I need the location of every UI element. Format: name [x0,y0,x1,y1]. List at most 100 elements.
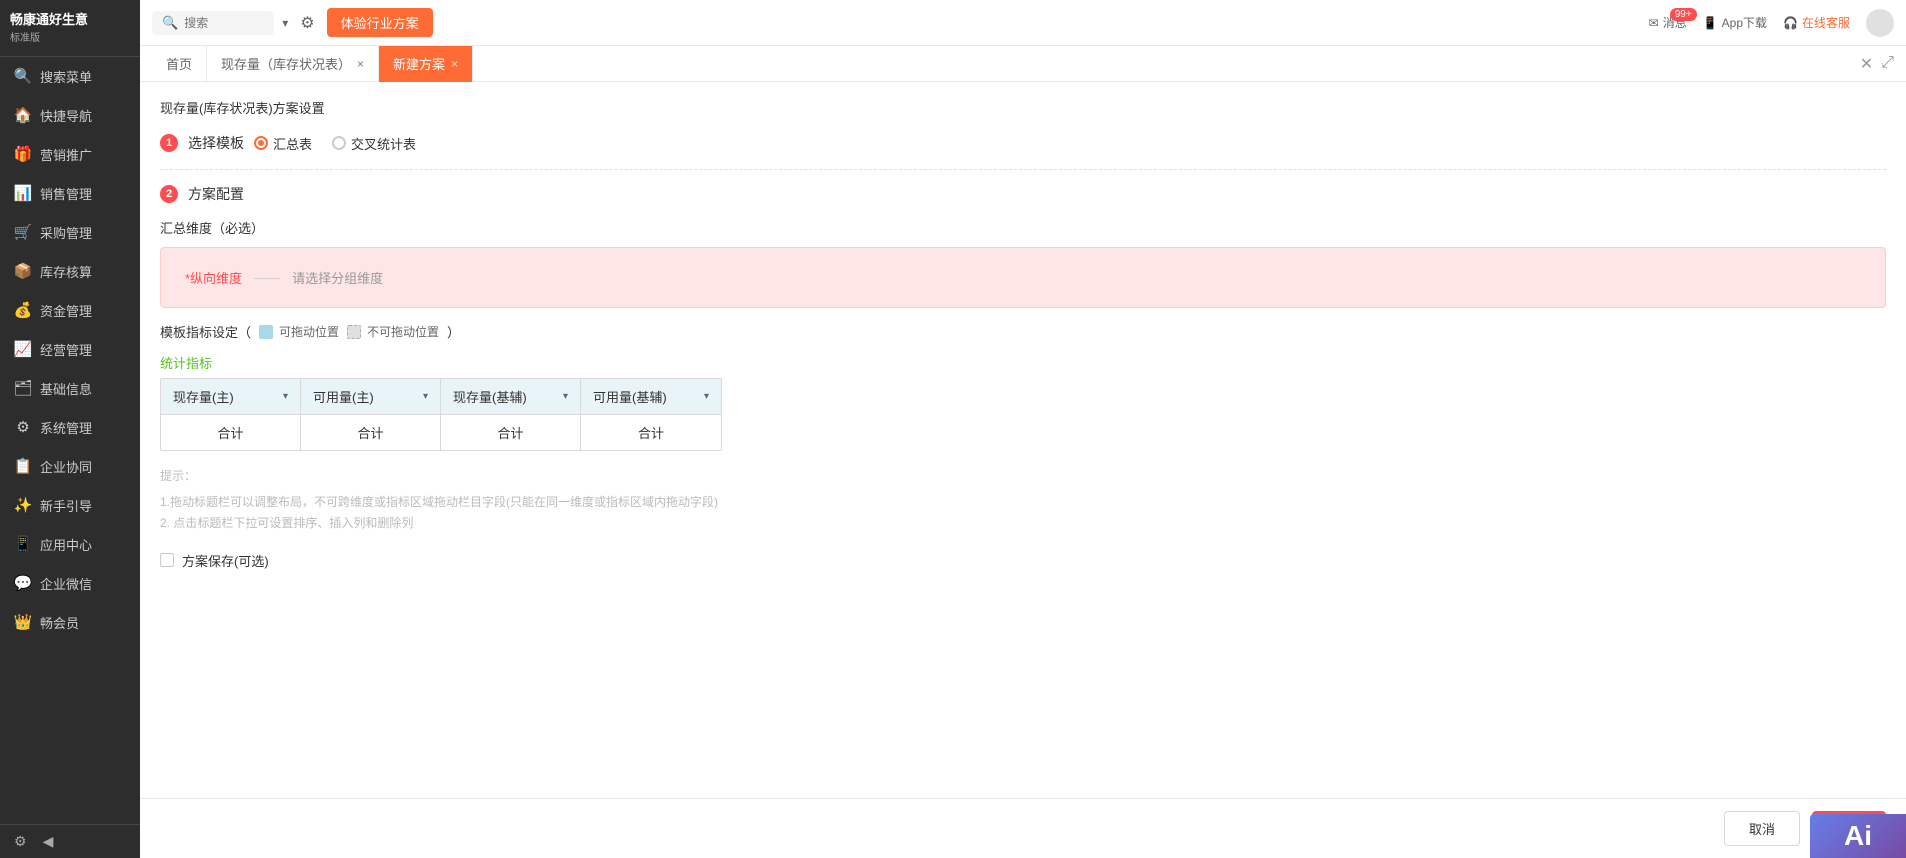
dimension-content: *纵向维度 —— 请选择分组维度 [185,268,1861,287]
sidebar-label-appstore: 应用中心 [40,535,92,554]
template-radio-group: 汇总表 交叉统计表 [254,134,416,153]
sidebar-nav: 🔍搜索菜单🏠快捷导航🎁营销推广📊销售管理 🛒 采购管理 📦库存核算💰资金管理📈经营管理… [0,57,140,824]
avatar[interactable] [1866,9,1894,37]
search-icon: 🔍 [162,15,178,31]
dimension-box: *纵向维度 —— 请选择分组维度 [160,247,1886,308]
online-service-button[interactable]: 🎧 在线客服 [1783,14,1850,31]
save-checkbox[interactable] [160,553,174,567]
stats-col-header[interactable]: 可用量(主)▾ [301,379,440,415]
sidebar-item-newbie[interactable]: ✨ 新手引导 [0,486,140,525]
gear-icon[interactable]: ⚙ [296,13,318,33]
stats-column: 可用量(主)▾合计 [301,379,441,450]
stats-col-cell: 合计 [581,415,721,450]
window-controls: ✕ ⤢ [1860,54,1894,74]
dimension-label: 汇总维度（必选） [160,218,1886,237]
main-area: 🔍 ▾ ⚙ 体验行业方案 ✉ 消息 99+ 📱 App下载 🎧 在线客服 [140,0,1906,858]
sidebar-item-search[interactable]: 🔍搜索菜单 [0,57,140,96]
sidebar-label-member: 畅会员 [40,613,79,632]
sidebar-bottom: ⚙ ◀ [0,824,140,858]
ai-badge[interactable]: Ai [1810,814,1906,858]
message-button[interactable]: ✉ 消息 99+ [1649,14,1687,31]
newbie-icon: ✨ [14,496,32,514]
section-template: 1 选择模板 汇总表 交叉统计表 [160,133,1886,153]
dimension-required-star: *纵向维度 [185,268,242,287]
step1-title: 选择模板 [188,133,244,153]
stats-column: 现存量(主)▾合计 [161,379,301,450]
radio-summary-table[interactable]: 汇总表 [254,134,312,153]
tab-inventory-status[interactable]: 现存量（库存状况表） × [207,46,379,82]
col-chevron-icon[interactable]: ▾ [423,391,428,402]
collapse-icon[interactable]: ◀ [43,833,54,850]
contract-icon: 📋 [14,457,32,475]
footer: 取消 查询 [140,798,1906,858]
stats-label: 统计指标 [160,353,1886,372]
purchase-icon: 🛒 [14,223,32,241]
topbar: 🔍 ▾ ⚙ 体验行业方案 ✉ 消息 99+ 📱 App下载 🎧 在线客服 [140,0,1906,46]
sidebar-item-member[interactable]: 👑 畅会员 [0,603,140,642]
step2-title: 方案配置 [188,184,244,204]
tab-home[interactable]: 首页 [152,46,207,82]
search-box[interactable]: 🔍 [152,11,274,35]
main-panel: 现存量(库存状况表)方案设置 1 选择模板 汇总表 交叉统计表 [140,82,1906,798]
wechat-icon: 💬 [14,574,32,592]
sidebar-item-operations[interactable]: 📈经营管理 [0,330,140,369]
tips-title: 提示： [160,466,1886,488]
message-badge: 99+ [1670,8,1697,21]
sidebar-item-purchase[interactable]: 🛒 采购管理 [0,213,140,252]
sidebar-item-wechat[interactable]: 💬企业微信 [0,564,140,603]
stats-col-cell: 合计 [441,415,580,450]
sidebar-label-inventory: 库存核算 [40,262,92,281]
indicator-settings-label: 模板指标设定（ 可拖动位置 不可拖动位置 ） [160,322,1886,341]
sidebar-item-marketing[interactable]: 🎁营销推广 [0,135,140,174]
radio-cross-table[interactable]: 交叉统计表 [332,134,416,153]
sidebar-item-basic[interactable]: 🗂基础信息 [0,369,140,408]
topbar-dropdown[interactable]: ▾ [282,16,288,30]
col-chevron-icon[interactable]: ▾ [563,391,568,402]
member-icon: 👑 [14,613,32,631]
stats-col-header[interactable]: 现存量(基辅)▾ [441,379,580,415]
tips: 提示： 1.拖动标题栏可以调整布局，不可跨维度或指标区域拖动栏目字段(只能在同一… [160,466,1886,535]
stats-col-header[interactable]: 可用量(基辅)▾ [581,379,721,415]
app-download-button[interactable]: 📱 App下载 [1703,14,1767,31]
sidebar-item-appstore[interactable]: 📱应用中心 [0,525,140,564]
search-input[interactable] [184,16,264,30]
stats-table: 现存量(主)▾合计可用量(主)▾合计现存量(基辅)▾合计可用量(基辅)▾合计 [160,378,722,451]
radio-dot-cross [332,136,346,150]
message-icon: ✉ [1649,16,1659,30]
expand-window-icon[interactable]: ⤢ [1881,54,1894,74]
sidebar-item-finance[interactable]: 💰资金管理 [0,291,140,330]
sidebar-item-shortcut[interactable]: 🏠快捷导航 [0,96,140,135]
operations-icon: 📈 [14,340,32,358]
sidebar: 畅康通好生意 标准版 🔍搜索菜单🏠快捷导航🎁营销推广📊销售管理 🛒 采购管理 📦库存核… [0,0,140,858]
sidebar-label-purchase: 采购管理 [40,223,92,242]
save-label: 方案保存(可选) [182,551,269,570]
close-window-icon[interactable]: ✕ [1860,54,1873,74]
chevron-down-icon: ▾ [282,16,288,30]
cancel-button[interactable]: 取消 [1724,811,1800,846]
stats-col-header[interactable]: 现存量(主)▾ [161,379,300,415]
sidebar-item-inventory[interactable]: 📦库存核算 [0,252,140,291]
settings-icon[interactable]: ⚙ [14,833,27,850]
tip2: 2. 点击标题栏下拉可设置排序、插入列和删除列 [160,513,1886,535]
step1-number: 1 [160,134,178,152]
radio-dot-summary [254,136,268,150]
legend-fixed: 不可拖动位置 [347,323,439,340]
tab-new-plan[interactable]: 新建方案 × [379,46,473,82]
col-chevron-icon[interactable]: ▾ [283,391,288,402]
fixed-legend-box [347,325,361,339]
marketing-icon: 🎁 [14,145,32,163]
sales-icon: 📊 [14,184,32,202]
tab-close-inventory[interactable]: × [357,57,364,71]
col-chevron-icon[interactable]: ▾ [704,391,709,402]
trial-button[interactable]: 体验行业方案 [327,8,433,37]
legend-movable: 可拖动位置 [259,323,339,340]
sidebar-item-sales[interactable]: 📊销售管理 [0,174,140,213]
app-logo: 畅康通好生意 标准版 [0,0,140,57]
tab-close-new-plan[interactable]: × [451,57,458,71]
sidebar-label-newbie: 新手引导 [40,496,92,515]
tab-bar: 首页 现存量（库存状况表） × 新建方案 × ✕ ⤢ [140,46,1906,82]
shortcut-icon: 🏠 [14,106,32,124]
sidebar-item-contract[interactable]: 📋企业协同 [0,447,140,486]
divider1 [160,169,1886,170]
sidebar-item-system[interactable]: ⚙系统管理 [0,408,140,447]
